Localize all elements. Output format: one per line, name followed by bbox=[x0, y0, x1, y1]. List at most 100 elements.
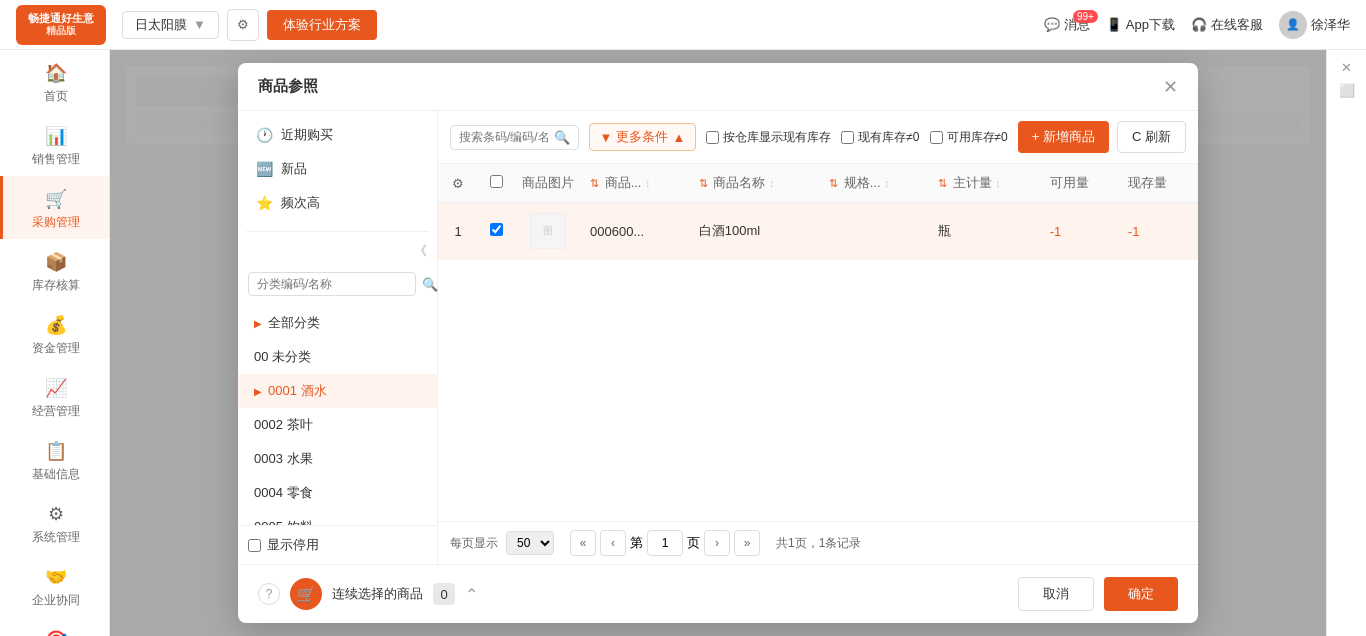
category-list: ▶ 全部分类 00 未分类 ▶ 0001 酒水 0002 茶 bbox=[238, 302, 437, 525]
sidebar-item-home[interactable]: 🏠 首页 bbox=[0, 50, 109, 113]
sidebar-item-operations[interactable]: 📈 经营管理 bbox=[0, 365, 109, 428]
app-download-button[interactable]: 📱 App下载 bbox=[1106, 16, 1175, 34]
category-search: 🔍 bbox=[238, 266, 437, 302]
sidebar-item-enterprise[interactable]: 🤝 企业协同 bbox=[0, 554, 109, 617]
page-input[interactable] bbox=[647, 530, 683, 556]
app-logo[interactable]: 畅捷通好生意 精品版 bbox=[16, 5, 106, 45]
more-filters-button[interactable]: ▼ 更多条件 ▲ bbox=[589, 123, 697, 151]
right-panel-close-icon[interactable]: ✕ bbox=[1341, 60, 1352, 75]
category-0001[interactable]: ▶ 0001 酒水 bbox=[238, 374, 437, 408]
store-dropdown[interactable]: 日太阳膜 ▼ bbox=[122, 11, 219, 39]
modal-close-button[interactable]: ✕ bbox=[1163, 78, 1178, 96]
category-0002[interactable]: 0002 茶叶 bbox=[238, 408, 437, 442]
inventory-icon: 📦 bbox=[45, 251, 67, 273]
warehouse-stock-filter[interactable]: 按仓库显示现有库存 bbox=[706, 129, 831, 146]
right-panel: 🔍 ▼ 更多条件 ▲ 按仓库显示现有库存 bbox=[438, 111, 1198, 564]
add-product-button[interactable]: + 新增商品 bbox=[1018, 121, 1109, 153]
product-search-icon[interactable]: 🔍 bbox=[554, 130, 570, 145]
sidebar-item-sales[interactable]: 📊 销售管理 bbox=[0, 113, 109, 176]
prev-page-button[interactable]: ‹ bbox=[600, 530, 626, 556]
usable-stock-filter[interactable]: 可用库存≠0 bbox=[930, 129, 1008, 146]
available-stock-filter[interactable]: 现有库存≠0 bbox=[841, 129, 919, 146]
col-checkbox-header[interactable] bbox=[478, 164, 514, 203]
messages-button[interactable]: 💬 消息 99+ bbox=[1044, 16, 1090, 34]
sidebar-item-system[interactable]: ⚙ 系统管理 bbox=[0, 491, 109, 554]
col-code-header[interactable]: ⇅ 商品... bbox=[582, 164, 691, 203]
modal-title: 商品参照 bbox=[258, 77, 318, 96]
collapse-button[interactable]: 《 bbox=[238, 236, 437, 266]
product-search-input[interactable] bbox=[459, 130, 550, 144]
cart-button[interactable]: 🛒 bbox=[290, 578, 322, 610]
confirm-button[interactable]: 确定 bbox=[1104, 577, 1178, 611]
row-code: 000600... bbox=[582, 203, 691, 260]
sidebar-item-purchase-label: 采购管理 bbox=[32, 214, 80, 231]
sidebar-item-basic-info[interactable]: 📋 基础信息 bbox=[0, 428, 109, 491]
settings-icon[interactable]: ⚙ bbox=[227, 9, 259, 41]
category-search-input[interactable] bbox=[248, 272, 416, 296]
guide-icon: 🎯 bbox=[45, 629, 67, 636]
show-disabled-checkbox[interactable] bbox=[248, 539, 261, 552]
row-spec bbox=[821, 203, 930, 260]
sidebar-item-guide[interactable]: 🎯 新手引导 bbox=[0, 617, 109, 636]
basic-info-icon: 📋 bbox=[45, 440, 67, 462]
unit-sort-icon: ⇅ bbox=[938, 177, 947, 189]
per-page-select[interactable]: 50 bbox=[506, 531, 554, 555]
category-search-icon[interactable]: 🔍 bbox=[422, 277, 438, 292]
online-service-label: 在线客服 bbox=[1211, 16, 1263, 34]
col-unit-header[interactable]: ⇅ 主计量 bbox=[930, 164, 1042, 203]
row-checkbox[interactable] bbox=[478, 203, 514, 260]
usable-stock-checkbox[interactable] bbox=[930, 131, 943, 144]
new-product-tab[interactable]: 🆕 新品 bbox=[246, 153, 429, 185]
footer-collapse-icon[interactable]: ⌃ bbox=[465, 585, 478, 604]
modal-body: 🕐 近期购买 🆕 新品 ⭐ 频次高 bbox=[238, 111, 1198, 564]
category-0003[interactable]: 0003 水果 bbox=[238, 442, 437, 476]
refresh-button[interactable]: C 刷新 bbox=[1117, 121, 1186, 153]
main-layout: 🏠 首页 📊 销售管理 🛒 采购管理 📦 库存核算 💰 资金管理 📈 经营管理 … bbox=[0, 50, 1366, 636]
warehouse-stock-checkbox[interactable] bbox=[706, 131, 719, 144]
cat-0001-arrow-icon: ▶ bbox=[254, 386, 262, 397]
last-page-button[interactable]: » bbox=[734, 530, 760, 556]
app-download-label: App下载 bbox=[1126, 16, 1175, 34]
pagination: 每页显示 50 « ‹ 第 页 › » bbox=[438, 521, 1198, 564]
sidebar-item-purchase[interactable]: 🛒 采购管理 bbox=[0, 176, 109, 239]
navbar-right: 💬 消息 99+ 📱 App下载 🎧 在线客服 👤 徐泽华 bbox=[1044, 11, 1350, 39]
sidebar-item-system-label: 系统管理 bbox=[32, 529, 80, 546]
double-left-icon: 《 bbox=[414, 242, 427, 260]
available-stock-checkbox[interactable] bbox=[841, 131, 854, 144]
sidebar-item-operations-label: 经营管理 bbox=[32, 403, 80, 420]
new-icon: 🆕 bbox=[256, 161, 273, 177]
dropdown-arrow-icon: ▼ bbox=[193, 17, 206, 32]
sidebar-item-inventory[interactable]: 📦 库存核算 bbox=[0, 239, 109, 302]
right-panel-expand-icon[interactable]: ⬜ bbox=[1339, 83, 1355, 98]
logo-text: 畅捷通好生意 bbox=[28, 12, 94, 25]
show-disabled-label[interactable]: 显示停用 bbox=[267, 536, 319, 554]
cancel-button[interactable]: 取消 bbox=[1018, 577, 1094, 611]
row-name: 白酒100ml bbox=[691, 203, 821, 260]
user-menu[interactable]: 👤 徐泽华 bbox=[1279, 11, 1350, 39]
first-page-button[interactable]: « bbox=[570, 530, 596, 556]
category-0004[interactable]: 0004 零食 bbox=[238, 476, 437, 510]
online-service-button[interactable]: 🎧 在线客服 bbox=[1191, 16, 1263, 34]
sidebar-item-inventory-label: 库存核算 bbox=[32, 277, 80, 294]
table-row[interactable]: 1 图 000600... 白酒100ml 瓶 bbox=[438, 203, 1198, 260]
col-settings-header[interactable]: ⚙ bbox=[438, 164, 478, 203]
operations-icon: 📈 bbox=[45, 377, 67, 399]
help-icon[interactable]: ? bbox=[258, 583, 280, 605]
recent-purchase-tab[interactable]: 🕐 近期购买 bbox=[246, 119, 429, 151]
col-spec-header[interactable]: ⇅ 规格... bbox=[821, 164, 930, 203]
frequent-tab[interactable]: ⭐ 频次高 bbox=[246, 187, 429, 219]
page-summary: 共1页，1条记录 bbox=[776, 535, 861, 552]
select-all-checkbox[interactable] bbox=[490, 175, 503, 188]
next-page-button[interactable]: › bbox=[704, 530, 730, 556]
sidebar-item-finance[interactable]: 💰 资金管理 bbox=[0, 302, 109, 365]
finance-icon: 💰 bbox=[45, 314, 67, 336]
category-0005[interactable]: 0005 饮料 bbox=[238, 510, 437, 525]
selection-count-badge: 0 bbox=[433, 583, 455, 605]
category-all[interactable]: ▶ 全部分类 bbox=[238, 306, 437, 340]
product-thumbnail: 图 bbox=[530, 213, 566, 249]
col-name-header[interactable]: ⇅ 商品名称 bbox=[691, 164, 821, 203]
sidebar-item-finance-label: 资金管理 bbox=[32, 340, 80, 357]
experience-button[interactable]: 体验行业方案 bbox=[267, 10, 377, 40]
warehouse-stock-label: 按仓库显示现有库存 bbox=[723, 129, 831, 146]
category-00[interactable]: 00 未分类 bbox=[238, 340, 437, 374]
